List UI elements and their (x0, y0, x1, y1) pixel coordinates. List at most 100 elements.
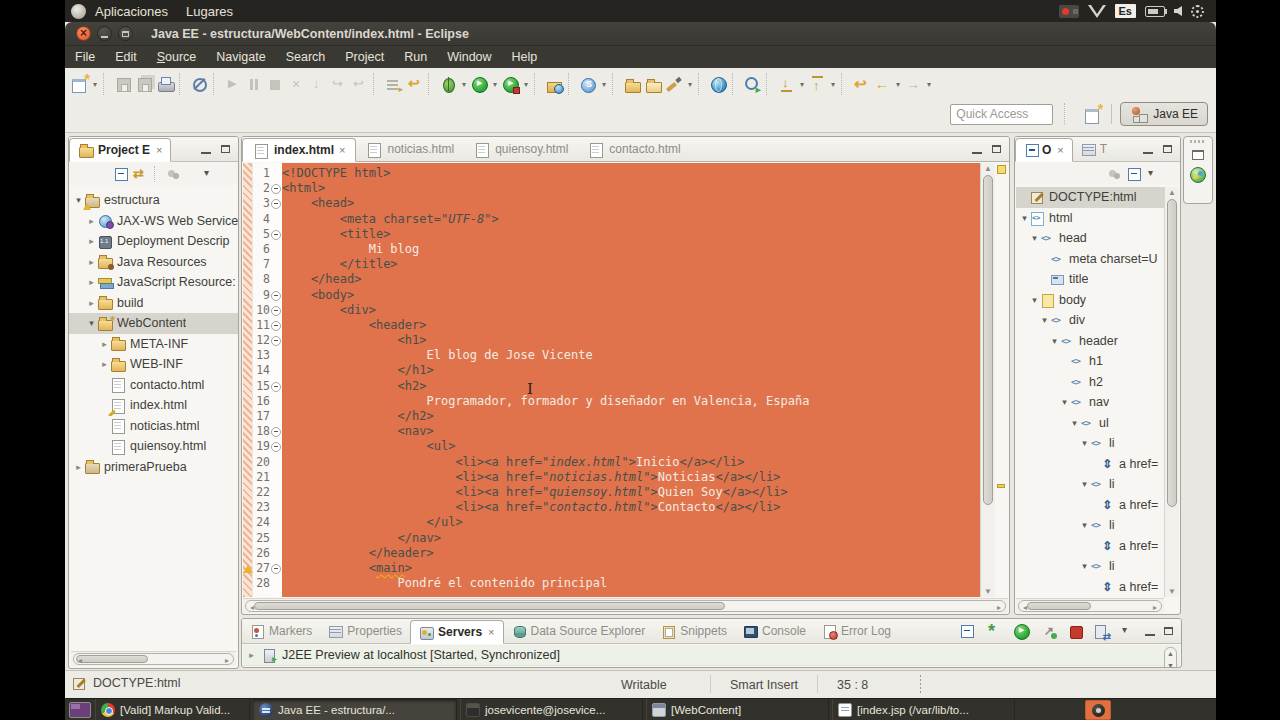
expanded-arrow-icon[interactable]: ▾ (1079, 479, 1090, 489)
fold-minus-icon[interactable] (270, 333, 282, 348)
outline-item-meta-charset-u[interactable]: meta charset=U (1016, 249, 1164, 270)
expanded-arrow-icon[interactable]: ▾ (1079, 520, 1090, 530)
volume-icon[interactable] (1174, 6, 1182, 16)
upbar-icon[interactable] (808, 75, 827, 94)
minimize-view-button[interactable] (201, 145, 211, 154)
expand-arrow-icon[interactable]: ▸ (246, 650, 257, 660)
menu-navigate[interactable]: Navigate (206, 48, 275, 66)
editor-tab-quiensoy-html[interactable]: quiensoy.html (464, 137, 578, 161)
fold-minus-icon[interactable] (270, 561, 282, 576)
outline-item-title[interactable]: title (1016, 269, 1164, 290)
server-row[interactable]: ▸ J2EE Preview at localhost [Started, Sy… (243, 645, 1180, 666)
ext-icon[interactable] (501, 75, 520, 94)
workspace-switcher[interactable] (69, 702, 91, 718)
minimize-view-button[interactable] (1145, 627, 1155, 636)
menu-source[interactable]: Source (147, 48, 207, 66)
fold-minus-icon[interactable] (270, 196, 282, 211)
perspective-java-ee-button[interactable]: Java EE (1120, 102, 1208, 126)
outline-item-li[interactable]: ▾li (1016, 515, 1164, 536)
stepin-icon[interactable] (308, 75, 327, 94)
dropdown-arrow-icon[interactable]: ▾ (797, 80, 807, 89)
distributor-logo-icon[interactable] (71, 4, 86, 19)
battery-icon[interactable] (1145, 6, 1165, 17)
minimize-view-button[interactable] (1143, 145, 1153, 154)
outline-item-head[interactable]: ▾head (1016, 228, 1164, 249)
menu-search[interactable]: Search (276, 48, 336, 66)
outline-item-a-href-[interactable]: a href= (1016, 454, 1164, 475)
drag-handle[interactable] (1190, 140, 1206, 143)
maximize-view-button[interactable] (1163, 145, 1172, 153)
brush-icon[interactable] (665, 75, 684, 94)
stop-server-icon[interactable] (1067, 623, 1084, 640)
outline-hscrollbar[interactable]: ◂▸ (1016, 598, 1164, 613)
maximize-view-button[interactable] (221, 145, 230, 153)
sglobe-icon[interactable] (579, 75, 598, 94)
dropdown-arrow-icon[interactable]: ▾ (828, 80, 838, 89)
menu-run[interactable]: Run (394, 48, 437, 66)
lastedit-icon[interactable] (405, 75, 424, 94)
folding-column[interactable] (270, 163, 282, 597)
filters-icon[interactable] (1107, 166, 1124, 182)
editor-tab-index-html[interactable]: index.html× (242, 138, 356, 162)
downbar-icon[interactable] (777, 75, 796, 94)
backbent-icon[interactable] (852, 75, 871, 94)
stepret-icon[interactable] (350, 75, 369, 94)
dropdown-arrow-icon[interactable]: ▾ (490, 80, 500, 89)
expanded-arrow-icon[interactable]: ▾ (1079, 561, 1090, 571)
expanded-arrow-icon[interactable]: ▾ (1039, 315, 1050, 325)
outline-item-ul[interactable]: ▾ul (1016, 413, 1164, 434)
print-icon[interactable] (156, 75, 175, 94)
editor-vscrollbar[interactable]: ▲ ▼ (980, 163, 995, 597)
filters-icon[interactable] (166, 166, 183, 182)
newee-icon[interactable] (545, 75, 564, 94)
outline-item-h1[interactable]: h1 (1016, 351, 1164, 372)
menu-aplicaciones[interactable]: Aplicaciones (86, 4, 177, 19)
collapsed-arrow-icon[interactable]: ▸ (86, 216, 97, 226)
link-with-editor-icon[interactable] (132, 166, 149, 182)
outline-item-a-href-[interactable]: a href= (1016, 495, 1164, 516)
collapsed-arrow-icon[interactable]: ▸ (99, 339, 110, 349)
tree-item-meta-inf[interactable]: ▸META-INF (69, 334, 238, 355)
saveall-icon[interactable] (135, 75, 154, 94)
tree-item-build[interactable]: ▸build (69, 293, 238, 314)
session-gear-icon[interactable] (1191, 5, 1204, 18)
suspend-icon[interactable] (245, 75, 264, 94)
expanded-arrow-icon[interactable]: ▾ (1029, 233, 1040, 243)
tree-item-noticias-html[interactable]: noticias.html (69, 416, 238, 437)
editor-tab-contacto-html[interactable]: contacto.html (578, 137, 690, 161)
tree-item-java-resources[interactable]: ▸Java Resources (69, 252, 238, 273)
collapsed-arrow-icon[interactable]: ▸ (86, 236, 97, 246)
tab-markers[interactable]: Markers (242, 619, 320, 643)
code-editor[interactable]: <!DOCTYPE html><html> <head> <meta chars… (282, 163, 980, 597)
explorer-hscrollbar[interactable]: ◂▸ (71, 651, 236, 666)
save-icon[interactable] (114, 75, 133, 94)
minimize-editor-button[interactable] (972, 145, 982, 154)
menu-project[interactable]: Project (335, 48, 394, 66)
screen-recorder-icon[interactable] (1059, 5, 1079, 18)
collapsed-arrow-icon[interactable]: ▸ (73, 462, 84, 472)
outline-item-a-href-[interactable]: a href= (1016, 577, 1164, 598)
collapse-all-icon[interactable] (959, 623, 976, 640)
fold-minus-icon[interactable] (270, 379, 282, 394)
outline-item-nav[interactable]: ▾nav (1016, 392, 1164, 413)
tab-snippets[interactable]: Snippets (653, 619, 735, 643)
tab-project-explorer[interactable]: Project E× (69, 138, 171, 162)
editor-tab-noticias-html[interactable]: noticias.html (356, 137, 464, 161)
view-menu-icon[interactable] (201, 166, 218, 182)
collapsed-arrow-icon[interactable]: ▸ (86, 257, 97, 267)
outline-item-a-href-[interactable]: a href= (1016, 536, 1164, 557)
tab-task-list[interactable]: T (1073, 137, 1115, 161)
stop-icon[interactable] (266, 75, 285, 94)
tree-item-javascript-resource-[interactable]: ▸JavaScript Resource: (69, 272, 238, 293)
taskbar-chrome[interactable]: [Valid] Markup Valid... (95, 699, 250, 720)
new-icon[interactable] (70, 75, 89, 94)
maximize-editor-button[interactable] (992, 145, 1001, 153)
fold-minus-icon[interactable] (270, 439, 282, 454)
tab-properties[interactable]: Properties (320, 619, 410, 643)
collapsed-arrow-icon[interactable]: ▸ (86, 298, 97, 308)
dropdown-arrow-icon[interactable]: ▾ (893, 80, 903, 89)
expanded-arrow-icon[interactable]: ▾ (86, 318, 97, 328)
resume-icon[interactable] (224, 75, 243, 94)
expanded-arrow-icon[interactable]: ▾ (1049, 336, 1060, 346)
expanded-arrow-icon[interactable]: ▾ (1029, 295, 1040, 305)
